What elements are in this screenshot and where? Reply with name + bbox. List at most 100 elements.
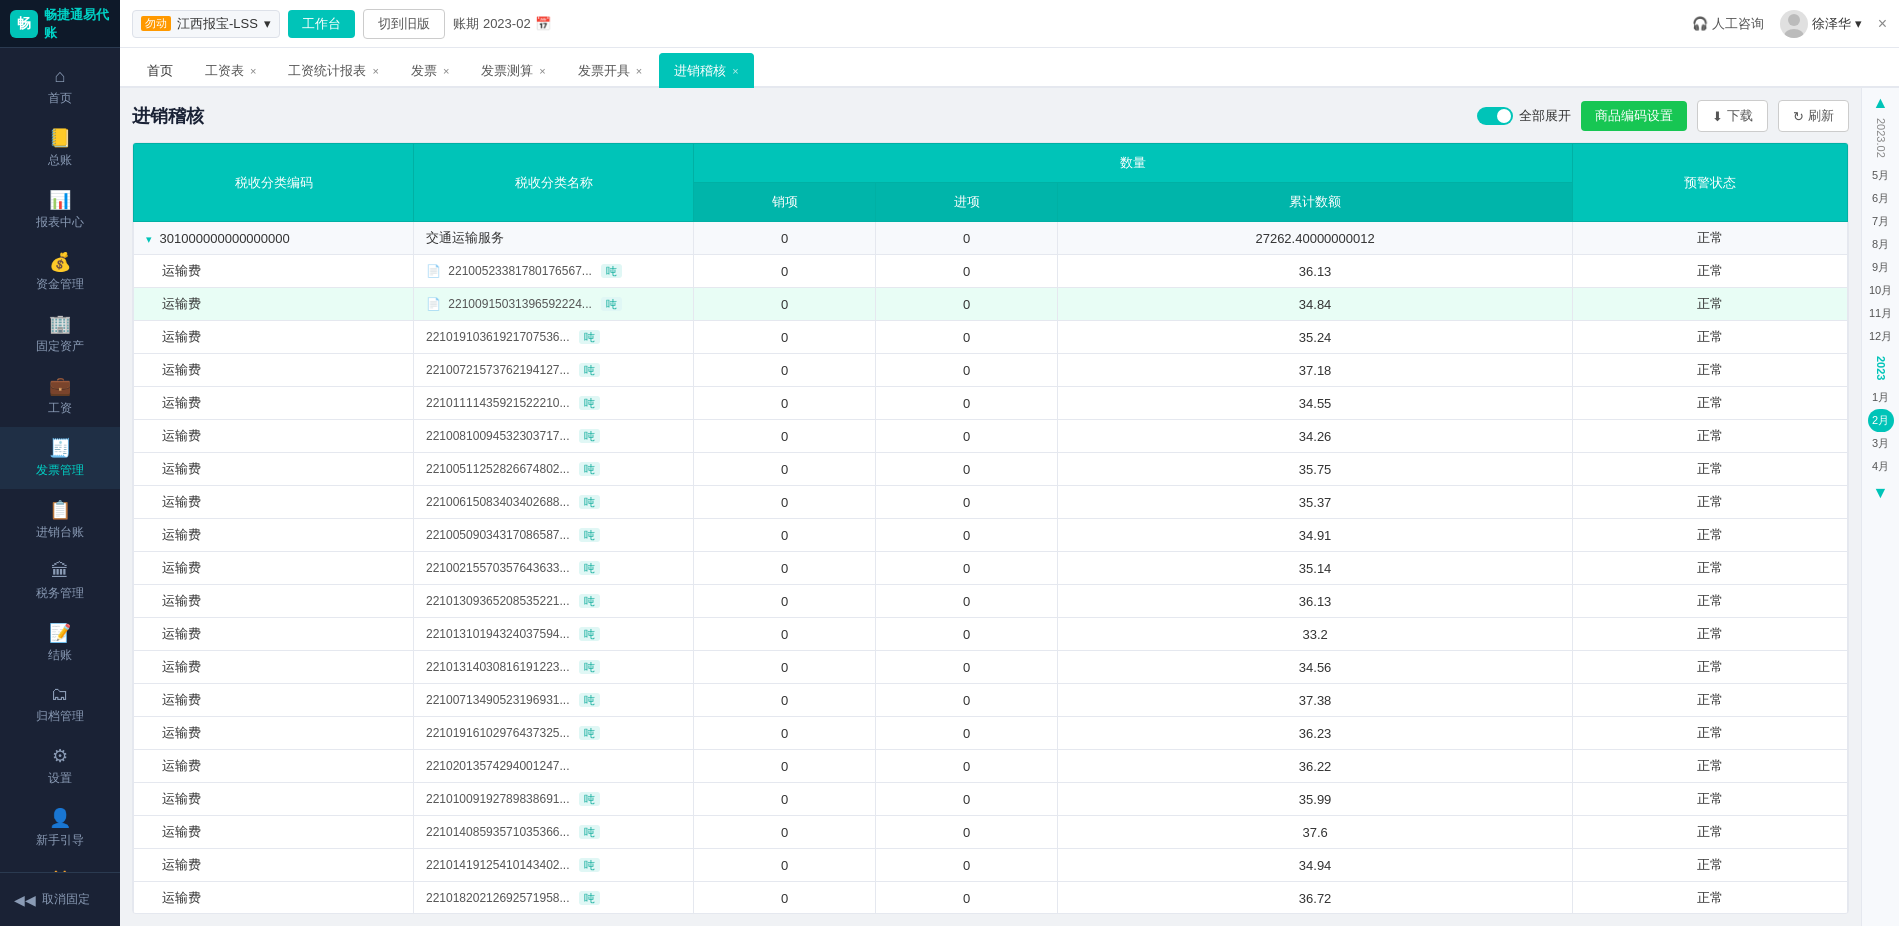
tab-salary-report[interactable]: 工资统计报表 ×	[273, 53, 393, 88]
col-tax-name: 税收分类名称	[414, 144, 694, 222]
back-button[interactable]: 切到旧版	[363, 9, 445, 39]
table-cell-sales: 0	[694, 618, 876, 651]
sidebar-item-archive[interactable]: 🗂 归档管理	[0, 674, 120, 735]
table-cell-status: 正常	[1573, 387, 1848, 420]
sidebar-pin-btn[interactable]: ◀◀ 取消固定	[0, 883, 120, 916]
table-cell-name: 运输费	[134, 453, 414, 486]
sidebar-item-invoice[interactable]: 🧾 发票管理	[0, 427, 120, 489]
calendar-month-6[interactable]: 6月	[1862, 187, 1899, 210]
sidebar-item-capital[interactable]: 💰 资金管理	[0, 241, 120, 303]
table-cell-name: 运输费	[134, 585, 414, 618]
table-cell-cumulative: 37.6	[1058, 816, 1573, 849]
table-cell-cumulative: 36.72	[1058, 882, 1573, 915]
sidebar-item-capital-label: 资金管理	[36, 276, 84, 293]
table-cell-sales: 0	[694, 222, 876, 255]
calendar-month-12[interactable]: 12月	[1862, 325, 1899, 348]
table-cell-cumulative: 35.75	[1058, 453, 1573, 486]
table-cell-code: 22100509034317086587... 吨	[414, 519, 694, 552]
calendar-month-2[interactable]: 2月	[1868, 409, 1894, 432]
sidebar-item-sales[interactable]: 📋 进销台账	[0, 489, 120, 551]
content-main: 进销稽核 全部展开 商品编码设置 ⬇ 下载 ↻ 刷新	[120, 88, 1861, 926]
tab-salary-report-close[interactable]: ×	[372, 65, 378, 77]
calendar-month-7[interactable]: 7月	[1862, 210, 1899, 233]
calendar-month-3[interactable]: 3月	[1862, 432, 1899, 455]
table-cell-code: ▾ 301000000000000000	[134, 222, 414, 255]
expand-toggle[interactable]	[1477, 107, 1513, 125]
table-cell-code: 22101820212692571958... 吨	[414, 882, 694, 915]
table-cell-name: 运输费	[134, 816, 414, 849]
sidebar-item-home[interactable]: ⌂ 首页	[0, 56, 120, 117]
table-cell-name: 运输费	[134, 552, 414, 585]
download-btn[interactable]: ⬇ 下载	[1697, 100, 1768, 132]
table-cell-purchase: 0	[876, 816, 1058, 849]
sidebar-item-salary[interactable]: 💼 工资	[0, 365, 120, 427]
tab-sales-check[interactable]: 进销稽核 ×	[659, 53, 753, 88]
calendar-up-btn[interactable]: ▲	[1871, 92, 1891, 114]
calendar-month-4[interactable]: 4月	[1862, 455, 1899, 478]
tab-invoice-open-close[interactable]: ×	[636, 65, 642, 77]
calendar-month-5[interactable]: 5月	[1862, 164, 1899, 187]
table-cell-code: 22101916102976437325... 吨	[414, 717, 694, 750]
close-button[interactable]: ×	[1878, 15, 1887, 33]
tab-salary-table-close[interactable]: ×	[250, 65, 256, 77]
table-cell-cumulative: 35.37	[1058, 486, 1573, 519]
table-cell-sales: 0	[694, 420, 876, 453]
calendar-month-9[interactable]: 9月	[1862, 256, 1899, 279]
workspace-button[interactable]: 工作台	[288, 10, 355, 38]
calendar-month-8[interactable]: 8月	[1862, 233, 1899, 256]
table-cell-sales: 0	[694, 552, 876, 585]
sidebar-item-tax[interactable]: 🏛 税务管理	[0, 551, 120, 612]
help-btn[interactable]: 🎧 人工咨询	[1692, 15, 1764, 33]
sidebar-item-report[interactable]: 📊 报表中心	[0, 179, 120, 241]
tab-invoice-open[interactable]: 发票开具 ×	[563, 53, 657, 88]
table-cell-purchase: 0	[876, 354, 1058, 387]
sidebar-item-fixed[interactable]: 🏢 固定资产	[0, 303, 120, 365]
tab-sales-check-close[interactable]: ×	[732, 65, 738, 77]
tab-home[interactable]: 首页	[132, 53, 188, 88]
calendar-month-11[interactable]: 11月	[1862, 302, 1899, 325]
table-cell-purchase: 0	[876, 519, 1058, 552]
calendar-month-10[interactable]: 10月	[1862, 279, 1899, 302]
refresh-icon: ↻	[1793, 109, 1804, 124]
product-code-btn[interactable]: 商品编码设置	[1581, 101, 1687, 131]
expand-toggle-label[interactable]: 全部展开	[1477, 107, 1571, 125]
sidebar-item-ledger[interactable]: 📒 总账	[0, 117, 120, 179]
table-cell-name: 运输费	[134, 387, 414, 420]
topbar-right: 🎧 人工咨询 徐泽华 ▾ ×	[1692, 10, 1887, 38]
table-cell-purchase: 0	[876, 552, 1058, 585]
period-value: 2023-02	[483, 16, 531, 31]
sidebar-item-settle[interactable]: 📝 结账	[0, 612, 120, 674]
tab-invoice-calc-close[interactable]: ×	[539, 65, 545, 77]
calendar-down-btn[interactable]: ▼	[1871, 482, 1891, 504]
sidebar-item-report-label: 报表中心	[36, 214, 84, 231]
calendar-month-1[interactable]: 1月	[1862, 386, 1899, 409]
table-cell-purchase: 0	[876, 387, 1058, 420]
table-cell-cumulative: 36.13	[1058, 255, 1573, 288]
user-menu[interactable]: 徐泽华 ▾	[1780, 10, 1862, 38]
table-cell-code: 22100713490523196931... 吨	[414, 684, 694, 717]
pin-icon: ◀◀	[14, 892, 36, 908]
table-cell-status: 正常	[1573, 420, 1848, 453]
sidebar-item-member[interactable]: 👑 畅会员	[0, 859, 120, 872]
tab-invoice-close[interactable]: ×	[443, 65, 449, 77]
table-cell-status: 正常	[1573, 321, 1848, 354]
company-selector[interactable]: 勿动 江西报宝-LSS ▾	[132, 10, 280, 38]
tab-invoice[interactable]: 发票 ×	[396, 53, 464, 88]
company-name: 江西报宝-LSS	[177, 15, 258, 33]
page-actions: 全部展开 商品编码设置 ⬇ 下载 ↻ 刷新	[1477, 100, 1849, 132]
tab-salary-table[interactable]: 工资表 ×	[190, 53, 271, 88]
table-cell-purchase: 0	[876, 486, 1058, 519]
tab-invoice-calc[interactable]: 发票测算 ×	[466, 53, 560, 88]
table-cell-status: 正常	[1573, 783, 1848, 816]
col-sales: 销项	[694, 183, 876, 222]
table-cell-sales: 0	[694, 585, 876, 618]
col-tax-code: 税收分类编码	[134, 144, 414, 222]
sidebar-item-settings[interactable]: ⚙ 设置	[0, 735, 120, 797]
user-chevron-icon: ▾	[1855, 16, 1862, 31]
table-cell-name: 运输费	[134, 717, 414, 750]
sidebar-item-guide[interactable]: 👤 新手引导	[0, 797, 120, 859]
refresh-btn[interactable]: ↻ 刷新	[1778, 100, 1849, 132]
expand-icon[interactable]: ▾	[146, 233, 152, 245]
table-cell-name: 运输费	[134, 684, 414, 717]
table-cell-code: 22100810094532303717... 吨	[414, 420, 694, 453]
